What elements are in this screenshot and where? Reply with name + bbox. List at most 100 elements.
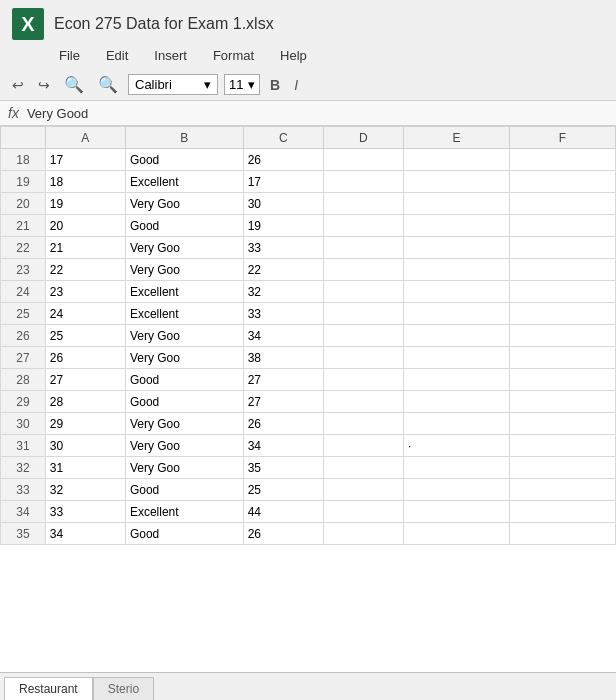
cell-e[interactable]	[403, 479, 509, 501]
cell-c[interactable]: 33	[243, 303, 323, 325]
cell-c[interactable]: 30	[243, 193, 323, 215]
cell-c[interactable]: 22	[243, 259, 323, 281]
cell-f[interactable]	[509, 325, 615, 347]
menu-format[interactable]: Format	[209, 46, 258, 65]
cell-e[interactable]	[403, 347, 509, 369]
cell-c[interactable]: 25	[243, 479, 323, 501]
cell-b[interactable]: Very Goo	[125, 193, 243, 215]
cell-d[interactable]	[323, 171, 403, 193]
cell-c[interactable]: 44	[243, 501, 323, 523]
cell-e[interactable]	[403, 237, 509, 259]
col-header-f[interactable]: F	[509, 127, 615, 149]
cell-a[interactable]: 30	[45, 435, 125, 457]
cell-c[interactable]: 38	[243, 347, 323, 369]
cell-b[interactable]: Good	[125, 523, 243, 545]
cell-e[interactable]	[403, 457, 509, 479]
cell-e[interactable]	[403, 369, 509, 391]
cell-f[interactable]	[509, 215, 615, 237]
cell-c[interactable]: 33	[243, 237, 323, 259]
cell-f[interactable]	[509, 171, 615, 193]
cell-f[interactable]	[509, 259, 615, 281]
cell-c[interactable]: 27	[243, 391, 323, 413]
cell-a[interactable]: 19	[45, 193, 125, 215]
menu-insert[interactable]: Insert	[150, 46, 191, 65]
cell-c[interactable]: 19	[243, 215, 323, 237]
cell-e[interactable]	[403, 281, 509, 303]
cell-c[interactable]: 26	[243, 523, 323, 545]
cell-d[interactable]	[323, 523, 403, 545]
cell-d[interactable]	[323, 457, 403, 479]
cell-d[interactable]	[323, 149, 403, 171]
font-selector[interactable]: Calibri ▾	[128, 74, 218, 95]
cell-a[interactable]: 29	[45, 413, 125, 435]
cell-a[interactable]: 17	[45, 149, 125, 171]
cell-e[interactable]	[403, 325, 509, 347]
cell-b[interactable]: Good	[125, 149, 243, 171]
cell-a[interactable]: 28	[45, 391, 125, 413]
cell-a[interactable]: 27	[45, 369, 125, 391]
undo-button[interactable]: ↩	[8, 75, 28, 95]
cell-e[interactable]: ·	[403, 435, 509, 457]
cell-f[interactable]	[509, 457, 615, 479]
cell-b[interactable]: Good	[125, 391, 243, 413]
menu-file[interactable]: File	[55, 46, 84, 65]
cell-c[interactable]: 34	[243, 435, 323, 457]
cell-a[interactable]: 26	[45, 347, 125, 369]
cell-b[interactable]: Good	[125, 369, 243, 391]
cell-e[interactable]	[403, 523, 509, 545]
cell-c[interactable]: 32	[243, 281, 323, 303]
cell-b[interactable]: Very Goo	[125, 457, 243, 479]
cell-d[interactable]	[323, 281, 403, 303]
tab-sterio[interactable]: Sterio	[93, 677, 154, 700]
cell-b[interactable]: Excellent	[125, 501, 243, 523]
cell-b[interactable]: Excellent	[125, 303, 243, 325]
cell-e[interactable]	[403, 413, 509, 435]
cell-b[interactable]: Excellent	[125, 281, 243, 303]
cell-c[interactable]: 35	[243, 457, 323, 479]
tab-restaurant[interactable]: Restaurant	[4, 677, 93, 700]
cell-d[interactable]	[323, 237, 403, 259]
cell-b[interactable]: Good	[125, 479, 243, 501]
cell-d[interactable]	[323, 391, 403, 413]
cell-a[interactable]: 25	[45, 325, 125, 347]
cell-e[interactable]	[403, 303, 509, 325]
cell-a[interactable]: 31	[45, 457, 125, 479]
cell-b[interactable]: Very Goo	[125, 413, 243, 435]
cell-f[interactable]	[509, 413, 615, 435]
cell-b[interactable]: Excellent	[125, 171, 243, 193]
cell-a[interactable]: 33	[45, 501, 125, 523]
cell-b[interactable]: Very Goo	[125, 259, 243, 281]
cell-c[interactable]: 27	[243, 369, 323, 391]
cell-a[interactable]: 23	[45, 281, 125, 303]
cell-e[interactable]	[403, 215, 509, 237]
col-header-e[interactable]: E	[403, 127, 509, 149]
cell-f[interactable]	[509, 237, 615, 259]
zoom-out-button[interactable]: 🔍	[94, 73, 122, 96]
cell-b[interactable]: Very Goo	[125, 435, 243, 457]
col-header-d[interactable]: D	[323, 127, 403, 149]
formula-value[interactable]: Very Good	[27, 106, 608, 121]
cell-d[interactable]	[323, 501, 403, 523]
italic-button[interactable]: I	[290, 75, 302, 95]
cell-f[interactable]	[509, 501, 615, 523]
cell-d[interactable]	[323, 369, 403, 391]
cell-d[interactable]	[323, 259, 403, 281]
cell-d[interactable]	[323, 347, 403, 369]
cell-f[interactable]	[509, 369, 615, 391]
cell-c[interactable]: 34	[243, 325, 323, 347]
cell-d[interactable]	[323, 479, 403, 501]
cell-f[interactable]	[509, 391, 615, 413]
cell-a[interactable]: 18	[45, 171, 125, 193]
cell-f[interactable]	[509, 149, 615, 171]
cell-f[interactable]	[509, 523, 615, 545]
redo-button[interactable]: ↪	[34, 75, 54, 95]
font-size-selector[interactable]: 11 ▾	[224, 74, 260, 95]
cell-b[interactable]: Good	[125, 215, 243, 237]
cell-c[interactable]: 26	[243, 149, 323, 171]
cell-a[interactable]: 20	[45, 215, 125, 237]
bold-button[interactable]: B	[266, 75, 284, 95]
cell-c[interactable]: 17	[243, 171, 323, 193]
cell-e[interactable]	[403, 149, 509, 171]
cell-b[interactable]: Very Goo	[125, 237, 243, 259]
cell-e[interactable]	[403, 259, 509, 281]
